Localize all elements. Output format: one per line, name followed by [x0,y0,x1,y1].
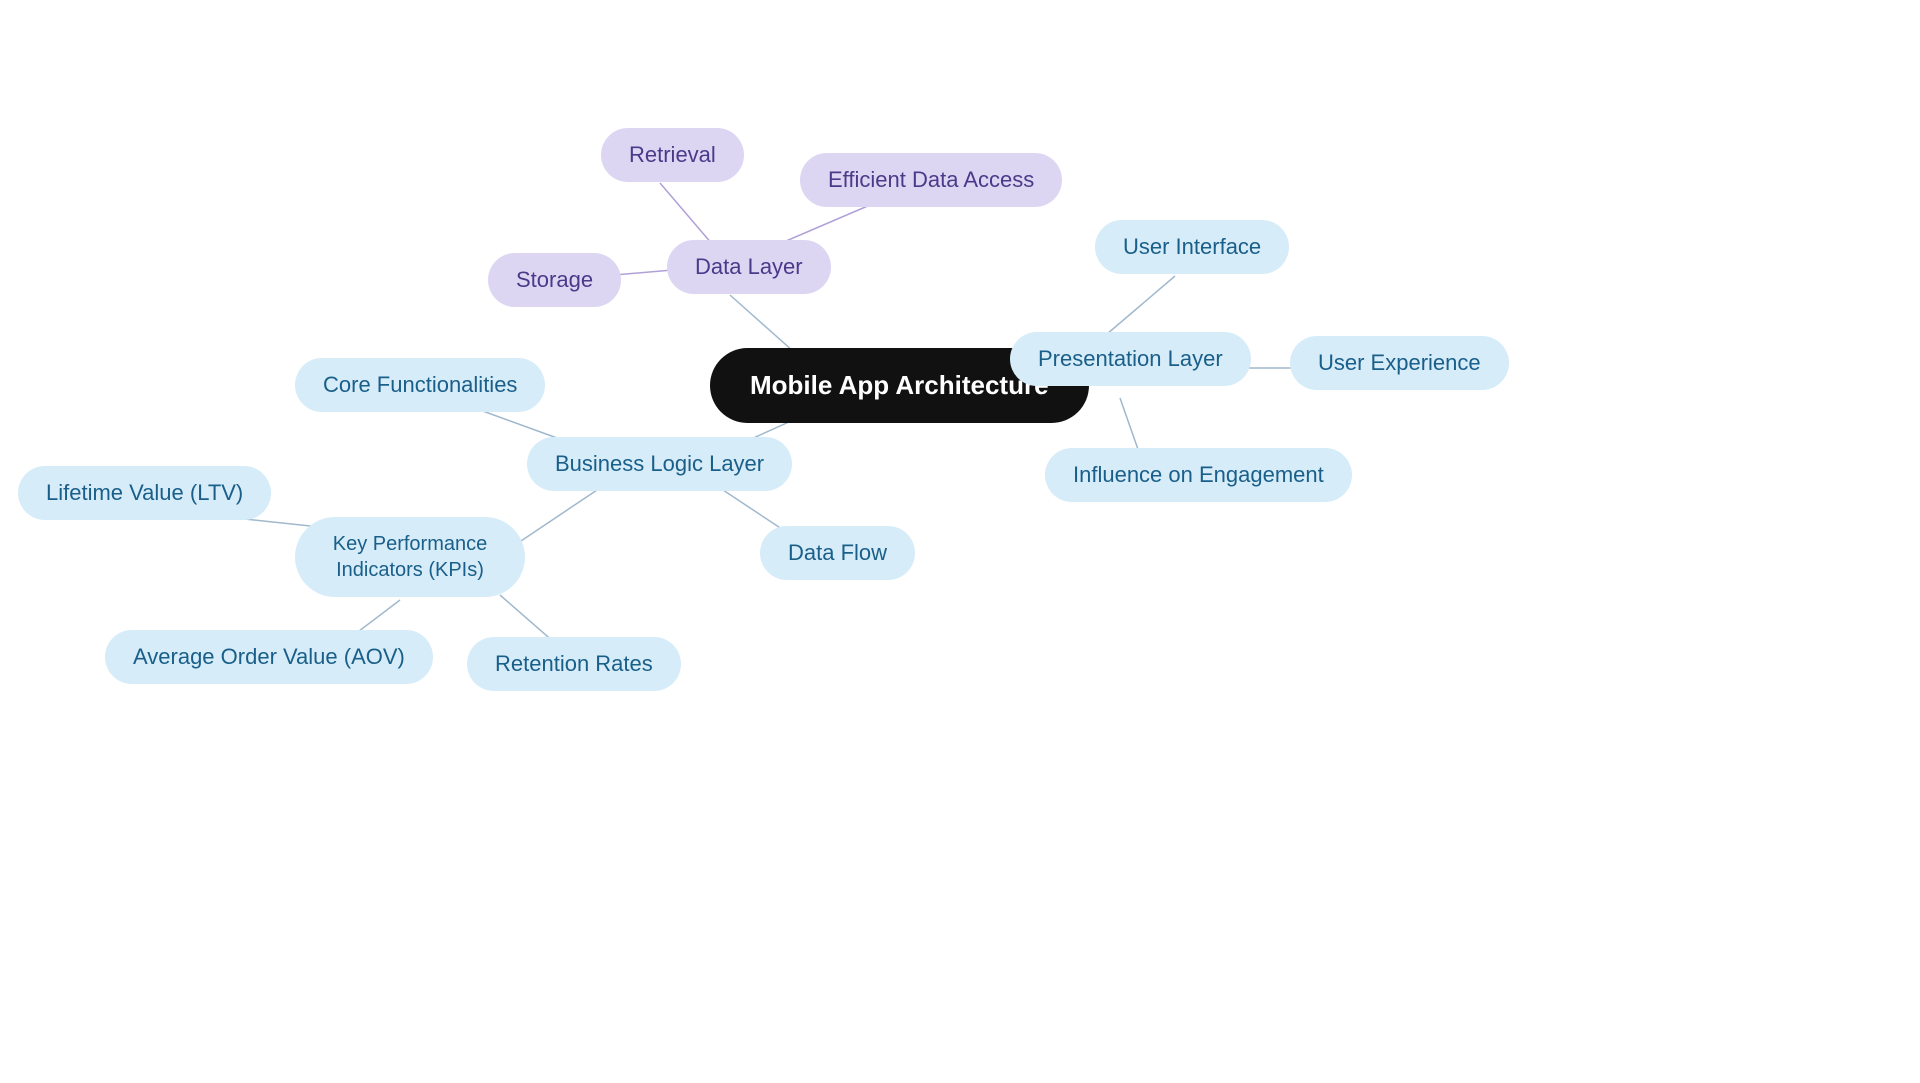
retrieval-node[interactable]: Retrieval [601,128,744,182]
average-order-value-node[interactable]: Average Order Value (AOV) [105,630,433,684]
user-interface-node[interactable]: User Interface [1095,220,1289,274]
user-experience-node[interactable]: User Experience [1290,336,1509,390]
data-layer-node[interactable]: Data Layer [667,240,831,294]
retention-rates-node[interactable]: Retention Rates [467,637,681,691]
business-logic-layer-node[interactable]: Business Logic Layer [527,437,792,491]
efficient-data-access-node[interactable]: Efficient Data Access [800,153,1062,207]
influence-on-engagement-node[interactable]: Influence on Engagement [1045,448,1352,502]
presentation-layer-node[interactable]: Presentation Layer [1010,332,1251,386]
lifetime-value-node[interactable]: Lifetime Value (LTV) [18,466,271,520]
core-functionalities-node[interactable]: Core Functionalities [295,358,545,412]
kpi-node[interactable]: Key Performance Indicators (KPIs) [295,517,525,597]
storage-node[interactable]: Storage [488,253,621,307]
data-flow-node[interactable]: Data Flow [760,526,915,580]
